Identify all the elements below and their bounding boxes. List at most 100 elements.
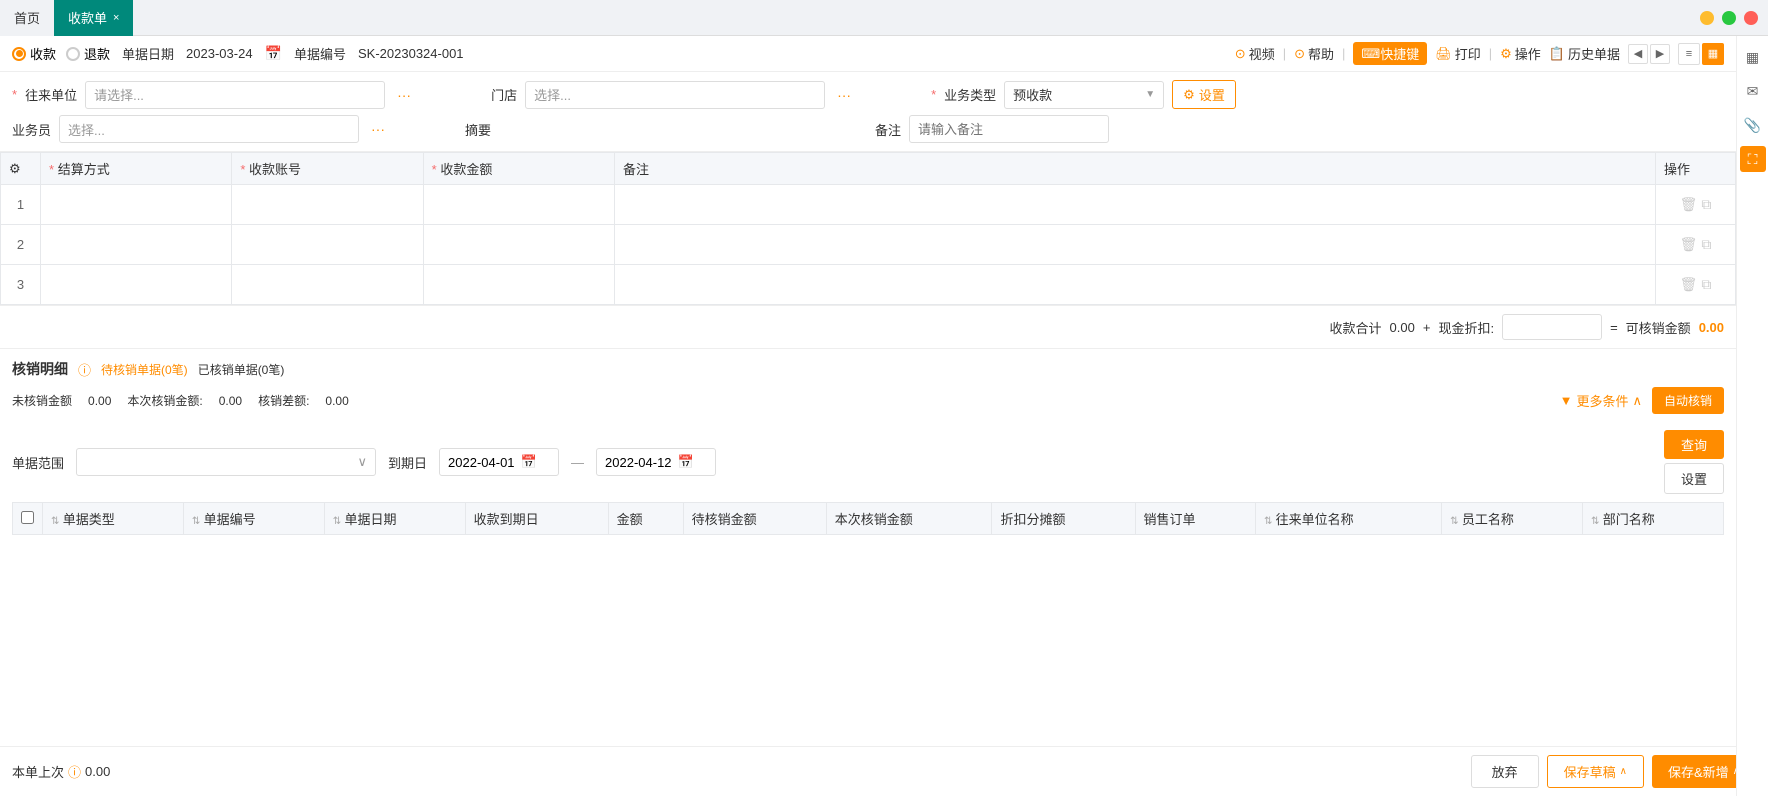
- form-settings-btn[interactable]: ⚙ 设置: [1172, 80, 1236, 109]
- filter-settings-btn[interactable]: 设置: [1664, 463, 1724, 494]
- store-placeholder: 选择...: [534, 85, 571, 104]
- row-1-account[interactable]: [232, 185, 423, 225]
- col-amount-header: * 收款金额: [423, 153, 614, 185]
- shortcut-label: 快捷键: [1380, 44, 1419, 63]
- verify-section: 核销明细 ⓘ 待核销单据(0笔) 已核销单据(0笔) 未核销金额 0.00 本次…: [0, 349, 1736, 545]
- col-employee-header: ⇅ 员工名称: [1442, 503, 1583, 535]
- footer-info-icon[interactable]: ⓘ: [68, 762, 81, 781]
- row-1-copy-icon[interactable]: ⧉: [1701, 196, 1711, 213]
- verified-label: 可核销金额: [1626, 318, 1691, 337]
- plus-sign: +: [1423, 320, 1431, 335]
- radio-refund[interactable]: 退款: [66, 44, 110, 63]
- footer-info-label: 本单上次: [12, 762, 64, 781]
- row-1-method[interactable]: [41, 185, 232, 225]
- sidebar-clip-icon[interactable]: 📎: [1740, 112, 1766, 138]
- equals-sign: =: [1610, 320, 1618, 335]
- auto-verify-btn[interactable]: 自动核销: [1652, 387, 1724, 414]
- notes-label: 备注: [875, 120, 901, 139]
- date-from-input[interactable]: 2022-04-01 📅: [439, 448, 559, 476]
- row-1-amount[interactable]: [423, 185, 614, 225]
- row-1-delete-icon[interactable]: 🗑: [1680, 196, 1698, 213]
- row-2-account[interactable]: [232, 225, 423, 265]
- counterpart-more-icon[interactable]: ···: [393, 87, 415, 103]
- verify-info-icon[interactable]: ⓘ: [78, 360, 91, 379]
- print-action[interactable]: 🖨 打印: [1435, 44, 1481, 63]
- window-close-btn[interactable]: [1744, 11, 1758, 25]
- filter-row: 单据范围 ∨ 到期日 2022-04-01 📅 — 2022-04-12 📅 查…: [12, 422, 1724, 502]
- history-action[interactable]: 📋 历史单据: [1549, 44, 1620, 63]
- select-all-checkbox[interactable]: [21, 511, 34, 524]
- verify-title: 核销明细: [12, 359, 68, 379]
- store-input[interactable]: 选择...: [525, 81, 825, 109]
- shortcut-icon: ⌨: [1361, 46, 1380, 62]
- verify-pending-tab[interactable]: 待核销单据(0笔): [101, 361, 188, 378]
- salesperson-more-icon[interactable]: ···: [367, 121, 389, 137]
- col-pending-header: 待核销金额: [683, 503, 826, 535]
- unverified-value: 0.00: [88, 394, 111, 408]
- calendar-from-icon: 📅: [521, 454, 537, 470]
- row-3-notes[interactable]: [615, 265, 1656, 305]
- row-1-notes[interactable]: [615, 185, 1656, 225]
- row-3-copy-icon[interactable]: ⧉: [1701, 276, 1711, 293]
- row-3-amount[interactable]: [423, 265, 614, 305]
- operation-action[interactable]: ⚙ 操作: [1500, 44, 1541, 63]
- verify-completed-tab[interactable]: 已核销单据(0笔): [198, 361, 285, 378]
- summary-input[interactable]: [499, 122, 799, 137]
- col-settings-header[interactable]: ⚙: [1, 153, 41, 185]
- tab-home[interactable]: 首页: [0, 0, 54, 36]
- shortcut-btn[interactable]: ⌨ 快捷键: [1353, 42, 1427, 65]
- print-label: 打印: [1455, 44, 1481, 63]
- row-2-copy-icon[interactable]: ⧉: [1701, 236, 1711, 253]
- row-2-num: 2: [1, 225, 41, 265]
- row-2-notes[interactable]: [615, 225, 1656, 265]
- calendar-icon[interactable]: 📅: [265, 45, 282, 62]
- discard-btn[interactable]: 放弃: [1471, 755, 1539, 788]
- total-label: 收款合计: [1330, 318, 1382, 337]
- receipt-table: ⚙ * 结算方式 * 收款账号 * 收款金额: [0, 152, 1736, 305]
- video-label: 视频: [1249, 44, 1275, 63]
- row-3-num: 3: [1, 265, 41, 305]
- view-list[interactable]: ≡: [1678, 43, 1700, 65]
- window-maximize-btn[interactable]: [1722, 11, 1736, 25]
- date-value: 2023-03-24: [186, 46, 253, 61]
- draft-btn[interactable]: 保存草稿 ∧: [1547, 755, 1644, 788]
- col-due-date-header: 收款到期日: [465, 503, 608, 535]
- discount-input[interactable]: [1502, 314, 1602, 340]
- range-select[interactable]: ∨: [76, 448, 376, 476]
- nav-next[interactable]: ▶: [1650, 44, 1670, 64]
- video-action[interactable]: ⊙ 视频: [1235, 44, 1275, 63]
- sidebar-table-icon[interactable]: ▦: [1740, 44, 1766, 70]
- more-conditions-btn[interactable]: ▼ 更多条件 ∧: [1560, 391, 1642, 410]
- col-date-header: ⇅ 单据日期: [324, 503, 465, 535]
- date-from-value: 2022-04-01: [448, 455, 515, 470]
- window-minimize-btn[interactable]: [1700, 11, 1714, 25]
- tab-close-icon[interactable]: ×: [113, 12, 119, 24]
- query-btn[interactable]: 查询: [1664, 430, 1724, 459]
- date-to-input[interactable]: 2022-04-12 📅: [596, 448, 716, 476]
- view-grid[interactable]: ▦: [1702, 43, 1724, 65]
- sidebar-screen-icon[interactable]: ⛶: [1740, 146, 1766, 172]
- row-3-delete-icon[interactable]: 🗑: [1680, 276, 1698, 293]
- sidebar-mail-icon[interactable]: ✉: [1740, 78, 1766, 104]
- tab-current[interactable]: 收款单 ×: [54, 0, 133, 36]
- store-more-icon[interactable]: ···: [833, 87, 855, 103]
- counterpart-input[interactable]: 请选择...: [85, 81, 385, 109]
- nav-prev[interactable]: ◀: [1628, 44, 1648, 64]
- row-2-method[interactable]: [41, 225, 232, 265]
- row-3-account[interactable]: [232, 265, 423, 305]
- salesperson-input[interactable]: 选择...: [59, 115, 359, 143]
- help-action[interactable]: ⊙ 帮助: [1294, 44, 1334, 63]
- verified-value: 0.00: [1699, 320, 1724, 335]
- row-2-amount[interactable]: [423, 225, 614, 265]
- notes-input[interactable]: [909, 115, 1109, 143]
- form-section: * 往来单位 请选择... ··· 门店 选择... ··· * 业务类型 预收…: [0, 72, 1736, 152]
- store-label: 门店: [491, 85, 517, 104]
- save-btn-label: 保存&新增: [1668, 762, 1729, 781]
- col-account-header: * 收款账号: [232, 153, 423, 185]
- col-type-header: ⇅ 单据类型: [43, 503, 184, 535]
- row-3-method[interactable]: [41, 265, 232, 305]
- business-type-select[interactable]: 预收款 ▼: [1004, 81, 1164, 109]
- business-type-caret: ▼: [1145, 89, 1155, 100]
- radio-receipt[interactable]: 收款: [12, 44, 56, 63]
- row-2-delete-icon[interactable]: 🗑: [1680, 236, 1698, 253]
